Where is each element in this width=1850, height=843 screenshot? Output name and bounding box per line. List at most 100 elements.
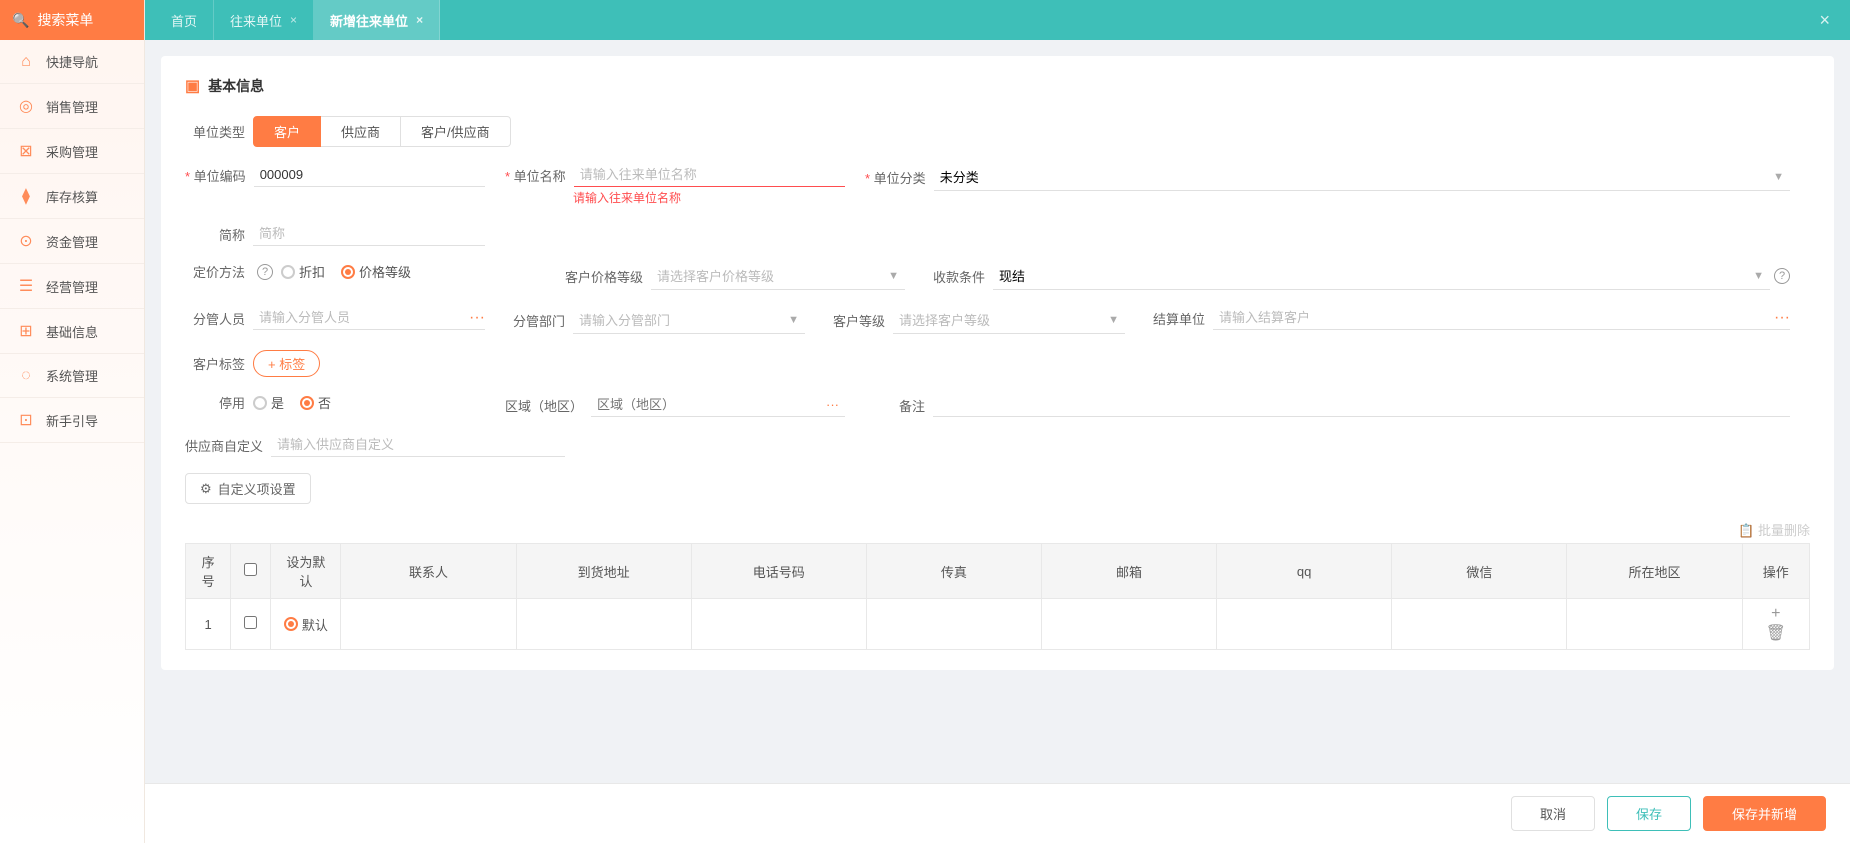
basic-info-icon: ⊞ — [16, 321, 36, 341]
payment-help-icon[interactable]: ? — [1774, 268, 1790, 284]
disabled-radio-no[interactable]: 否 — [300, 393, 331, 412]
row-qq — [1217, 599, 1392, 650]
disabled-radio-yes-circle — [253, 396, 267, 410]
disabled-radio-yes[interactable]: 是 — [253, 393, 284, 412]
sidebar-item-basic-info[interactable]: ⊞ 基础信息 — [0, 309, 144, 354]
manager-input[interactable] — [253, 306, 465, 329]
pricing-radio-discount[interactable]: 折扣 — [281, 262, 325, 281]
col-region: 所在地区 — [1567, 544, 1742, 599]
tab-new-counterpart[interactable]: 新增往来单位 × — [314, 0, 440, 40]
sidebar-item-purchase[interactable]: ⊠ 采购管理 — [0, 129, 144, 174]
row-wechat-input[interactable] — [1402, 617, 1556, 632]
customer-level-select[interactable]: 请选择客户等级 ▼ — [893, 306, 1125, 334]
pricing-help-icon[interactable]: ? — [257, 264, 273, 280]
settlement-input[interactable] — [1213, 306, 1770, 329]
gear-icon: ⚙ — [200, 481, 212, 497]
manager-row: 分管人员 ··· 分管部门 请输入分管部门 ▼ 客户等级 — [185, 306, 1810, 334]
unit-name-input[interactable] — [574, 163, 845, 187]
row-delete-btn[interactable]: 🗑 — [1762, 623, 1790, 643]
row-email-input[interactable] — [1052, 617, 1206, 632]
supplier-custom-label: 供应商自定义 — [185, 436, 263, 455]
unit-name-label: 单位名称 — [505, 166, 566, 185]
unit-code-input[interactable] — [254, 163, 485, 187]
save-button[interactable]: 保存 — [1607, 796, 1691, 831]
disabled-radio-no-circle — [300, 396, 314, 410]
payment-terms-select[interactable]: 现结 ▼ — [993, 262, 1770, 290]
sidebar-item-operations[interactable]: ☰ 经营管理 — [0, 264, 144, 309]
sidebar-item-label: 基础信息 — [46, 322, 98, 341]
supplier-custom-input[interactable] — [271, 433, 565, 457]
remark-field — [933, 393, 1790, 417]
payment-terms-chevron: ▼ — [1753, 270, 1764, 282]
operations-icon: ☰ — [16, 276, 36, 296]
col-contact: 联系人 — [341, 544, 516, 599]
row-contact-input[interactable] — [351, 617, 505, 632]
customer-level-placeholder: 请选择客户等级 — [899, 310, 1108, 329]
short-name-input[interactable] — [253, 222, 485, 246]
sidebar-item-sales[interactable]: ◎ 销售管理 — [0, 84, 144, 129]
tab-bar-close-all[interactable]: × — [1809, 10, 1840, 31]
unit-code-group: 单位编码 — [185, 163, 505, 187]
unit-type-customer[interactable]: 客户 — [253, 116, 321, 147]
row-default-radio[interactable]: 默认 — [281, 615, 330, 634]
unit-type-label: 单位类型 — [185, 122, 245, 141]
region-input[interactable] — [597, 397, 826, 412]
add-tag-button[interactable]: + 标签 — [253, 350, 320, 377]
row-add-btn[interactable]: + — [1767, 605, 1784, 623]
batch-delete-label[interactable]: 批量删除 — [1758, 523, 1810, 538]
row-default-label: 默认 — [302, 615, 328, 634]
row-region-input[interactable] — [1577, 617, 1731, 632]
tab-home[interactable]: 首页 — [155, 0, 214, 40]
sidebar-search[interactable]: 🔍 搜索菜单 — [0, 0, 144, 40]
customer-level-group: 客户等级 请选择客户等级 ▼ — [825, 306, 1145, 334]
tab-counterpart[interactable]: 往来单位 × — [214, 0, 314, 40]
customer-price-select[interactable]: 请选择客户价格等级 ▼ — [651, 262, 905, 290]
col-qq: qq — [1217, 544, 1392, 599]
manager-input-wrapper: ··· — [253, 306, 485, 330]
custom-settings-button[interactable]: ⚙ 自定义项设置 — [185, 473, 311, 504]
sidebar-item-quick-nav[interactable]: ⌂ 快捷导航 — [0, 40, 144, 84]
sidebar-item-inventory[interactable]: ⧫ 库存核算 — [0, 174, 144, 219]
section-title-icon: ▣ — [185, 76, 200, 96]
save-add-button[interactable]: 保存并新增 — [1703, 796, 1826, 831]
manager-more-btn[interactable]: ··· — [469, 309, 485, 327]
row-phone-input[interactable] — [702, 617, 856, 632]
remark-input[interactable] — [939, 397, 1784, 412]
sidebar-item-guide[interactable]: ⊡ 新手引导 — [0, 398, 144, 443]
unit-category-group: 单位分类 未分类 ▼ — [865, 163, 1810, 191]
cancel-button[interactable]: 取消 — [1511, 796, 1595, 831]
row-address-input[interactable] — [527, 617, 681, 632]
row-checkbox — [231, 599, 271, 650]
dept-chevron: ▼ — [788, 314, 799, 326]
dept-placeholder: 请输入分管部门 — [579, 310, 788, 329]
select-all-checkbox[interactable] — [244, 563, 257, 576]
unit-type-supplier[interactable]: 供应商 — [321, 116, 401, 147]
search-icon: 🔍 — [12, 12, 29, 29]
unit-category-chevron: ▼ — [1773, 171, 1784, 183]
unit-category-value: 未分类 — [940, 167, 1773, 186]
main-area: 首页 往来单位 × 新增往来单位 × × ▣ 基本信息 单位类型 客户 — [145, 0, 1850, 843]
row-checkbox-input[interactable] — [244, 616, 257, 629]
finance-icon: ⊙ — [16, 231, 36, 251]
unit-category-select[interactable]: 未分类 ▼ — [934, 163, 1790, 191]
tab-home-label: 首页 — [171, 11, 197, 30]
pricing-radio-level[interactable]: 价格等级 — [341, 262, 411, 281]
add-tag-label: + 标签 — [268, 354, 305, 373]
payment-terms-label: 收款条件 — [925, 267, 985, 286]
unit-type-both[interactable]: 客户/供应商 — [401, 116, 511, 147]
dept-select[interactable]: 请输入分管部门 ▼ — [573, 306, 805, 334]
row-action: + 🗑 — [1742, 599, 1809, 650]
settlement-more-btn[interactable]: ··· — [1774, 309, 1790, 327]
remark-label: 备注 — [865, 396, 925, 415]
tab-counterpart-close[interactable]: × — [290, 13, 297, 27]
disabled-row: 停用 是 否 区域（地区） — [185, 393, 1810, 417]
sidebar-item-finance[interactable]: ⊙ 资金管理 — [0, 219, 144, 264]
short-name-row: 简称 — [185, 222, 1810, 246]
row-default-radio-circle — [284, 617, 298, 631]
sidebar-item-system[interactable]: ◌ 系统管理 — [0, 354, 144, 398]
sidebar-item-label: 采购管理 — [46, 142, 98, 161]
row-fax-input[interactable] — [877, 617, 1031, 632]
tab-new-counterpart-close[interactable]: × — [416, 13, 423, 27]
row-qq-input[interactable] — [1227, 617, 1381, 632]
region-more-btn[interactable]: ··· — [826, 397, 839, 412]
